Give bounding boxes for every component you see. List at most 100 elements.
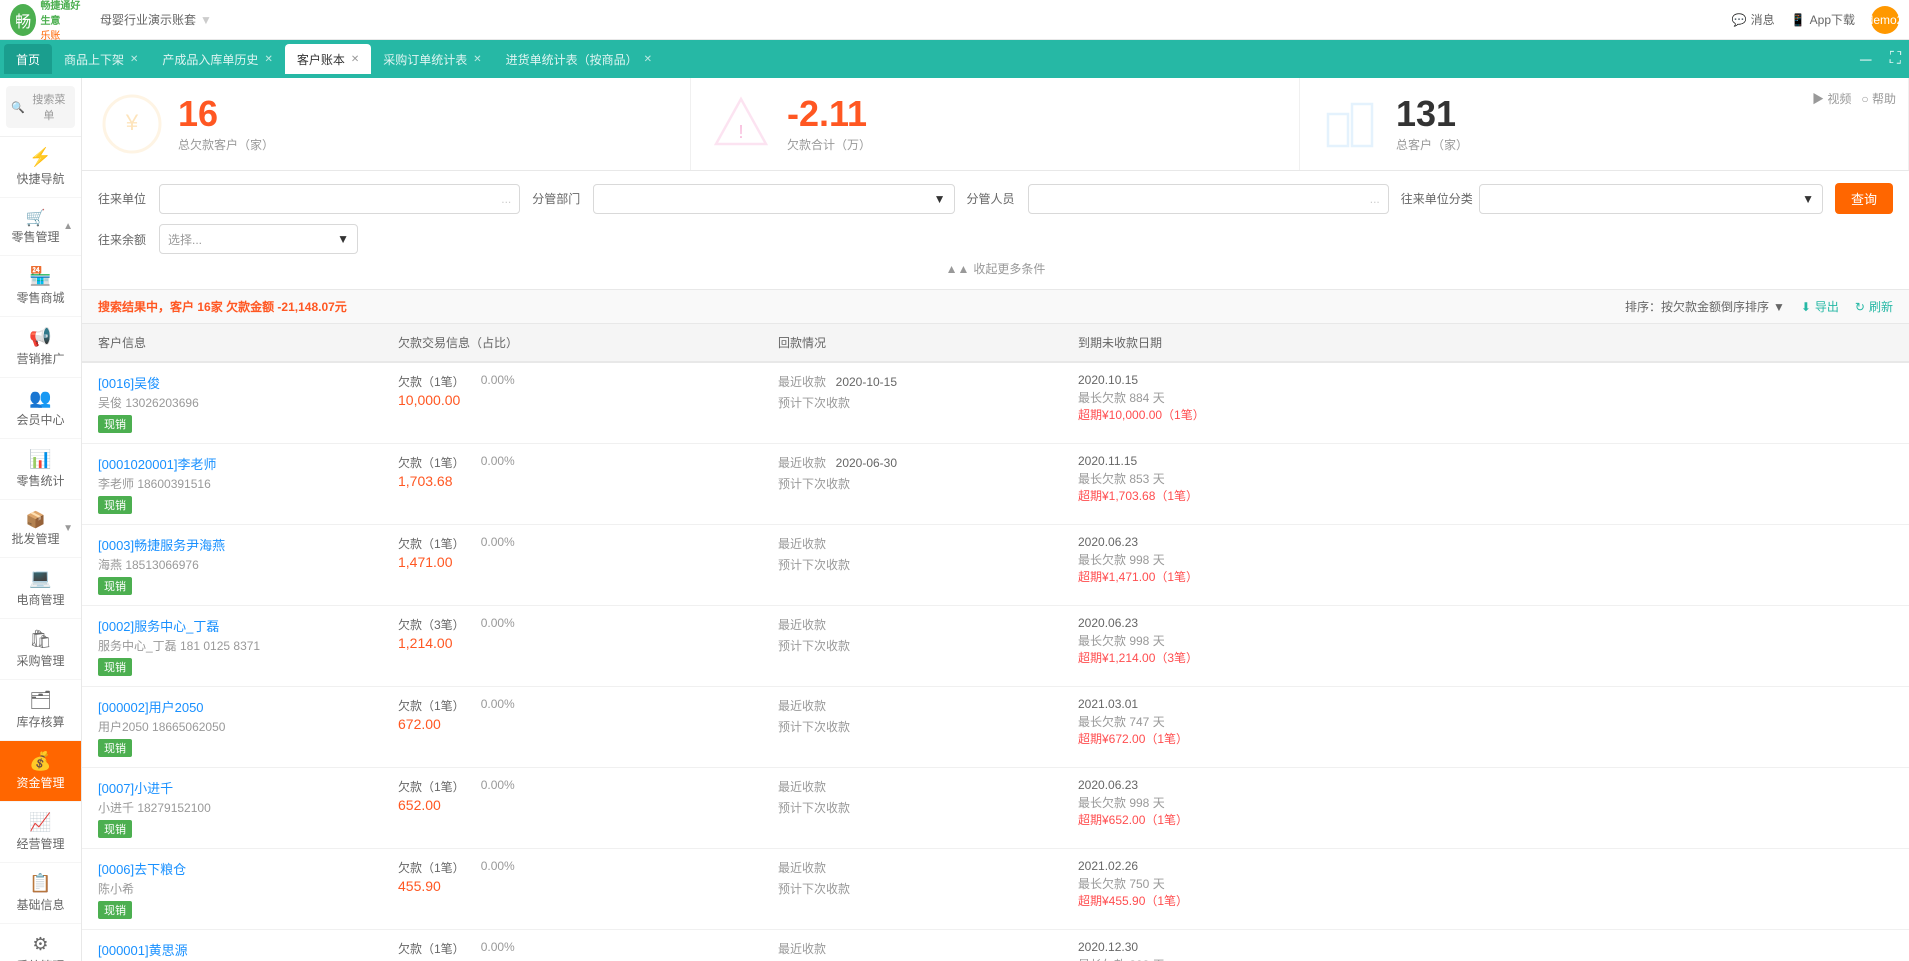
overdue-link-5[interactable]: 超期¥652.00（1笔）	[1078, 811, 1893, 828]
tab-goods-stats-close[interactable]: ✕	[644, 54, 652, 65]
phone-icon: 📱	[1791, 13, 1806, 27]
recovery-1: 最近收款 2020-06-30 预计下次收款	[778, 454, 1078, 492]
tab-goods-close[interactable]: ✕	[130, 54, 138, 65]
customer-name-7[interactable]: [000001]黄思源	[98, 940, 398, 959]
tab-purchase-order-label: 采购订单统计表	[383, 51, 467, 68]
manager-input[interactable]: ...	[1028, 184, 1389, 214]
tab-customer-close[interactable]: ✕	[351, 54, 359, 65]
tab-customer-account[interactable]: 客户账本 ✕	[285, 44, 371, 74]
sidebar-item-retail-stats[interactable]: 📊 零售统计	[0, 439, 81, 500]
tab-maximize-btn[interactable]: ⛶	[1886, 48, 1905, 70]
sidebar-search-btn[interactable]: 🔍 搜索菜单	[6, 86, 75, 128]
sidebar-item-ecommerce[interactable]: 💻 电商管理	[0, 558, 81, 619]
unit-class-label: 往来单位分类	[1401, 190, 1473, 207]
customer-name-1[interactable]: [0001020001]李老师	[98, 454, 398, 473]
recovery-next-6: 预计下次收款	[778, 880, 1078, 897]
tab-purchase-order[interactable]: 采购订单统计表 ✕	[371, 44, 493, 74]
video-btn[interactable]: ▶ 视频	[1812, 90, 1851, 107]
tab-goods[interactable]: 商品上下架 ✕	[52, 44, 150, 74]
debt-count-3: 欠款（3笔）	[398, 616, 465, 633]
tab-purchase-close[interactable]: ✕	[473, 54, 481, 65]
refresh-label: 刷新	[1869, 298, 1893, 315]
svg-text:!: !	[738, 122, 743, 142]
stat-total-customers-value: 131	[1396, 96, 1468, 132]
industry-selector[interactable]: 母婴行业演示账套 ▼	[100, 11, 212, 28]
sidebar-item-inventory[interactable]: 🗂 库存核算	[0, 680, 81, 741]
overdue-link-6[interactable]: 超期¥455.90（1笔）	[1078, 892, 1893, 909]
sidebar-item-operations[interactable]: 📈 经营管理	[0, 802, 81, 863]
from-unit-label: 往来单位	[98, 190, 153, 207]
customer-name-3[interactable]: [0002]服务中心_丁磊	[98, 616, 398, 635]
customer-name-0[interactable]: [0016]吴俊	[98, 373, 398, 392]
overdue-2: 2020.06.23 最长欠款 998 天 超期¥1,471.00（1笔）	[1078, 535, 1893, 585]
message-btn[interactable]: 💬 消息	[1732, 11, 1775, 28]
overdue-0: 2020.10.15 最长欠款 884 天 超期¥10,000.00（1笔）	[1078, 373, 1893, 423]
sort-label: 排序：按欠款金额倒序排序	[1625, 298, 1769, 315]
overdue-date-0: 2020.10.15	[1078, 373, 1893, 387]
debt-amount-2: 1,471.00	[398, 554, 465, 570]
member-icon: 👥	[6, 388, 75, 409]
retail-mgmt-label: 零售管理	[8, 228, 63, 245]
division-label: 分管部门	[532, 190, 587, 207]
overdue-5: 2020.06.23 最长欠款 998 天 超期¥652.00（1笔）	[1078, 778, 1893, 828]
sidebar-item-purchase[interactable]: 🛍 采购管理	[0, 619, 81, 680]
tab-production-close[interactable]: ✕	[264, 54, 272, 65]
search-button[interactable]: 查询	[1835, 183, 1893, 214]
sidebar-item-member[interactable]: 👥 会员中心	[0, 378, 81, 439]
tab-goods-stats[interactable]: 进货单统计表（按商品） ✕	[494, 44, 664, 74]
filter-balance: 往来余额 选择... ▼	[98, 224, 358, 254]
logo-area: 畅 畅捷通好生意 乐账	[10, 0, 90, 42]
customer-info-3: [0002]服务中心_丁磊 服务中心_丁磊 181 0125 8371 现销	[98, 616, 398, 676]
overdue-link-1[interactable]: 超期¥1,703.68（1笔）	[1078, 487, 1893, 504]
sidebar-item-retail-store[interactable]: 🏪 零售商城	[0, 256, 81, 317]
debt-percent-0: 0.00%	[481, 373, 515, 387]
from-unit-input[interactable]: ...	[159, 184, 520, 214]
unit-class-select[interactable]: ▼	[1479, 184, 1823, 214]
customer-name-6[interactable]: [0006]去下粮仓	[98, 859, 398, 878]
svg-text:¥: ¥	[125, 110, 139, 135]
sidebar-item-marketing[interactable]: 📢 营销推广	[0, 317, 81, 378]
video-icon: ▶	[1812, 92, 1824, 106]
collapse-btn[interactable]: ▲▲ 收起更多条件	[946, 260, 1046, 277]
app-name: 畅捷通好生意	[40, 0, 90, 27]
recovery-label-6: 最近收款	[778, 861, 826, 875]
export-btn[interactable]: ⬇ 导出	[1801, 298, 1839, 315]
user-profile[interactable]: demo2	[1871, 6, 1899, 34]
table-row: [0003]畅捷服务尹海燕 海燕 18513066976 现销 欠款（1笔） 1…	[82, 525, 1909, 606]
sidebar-item-system[interactable]: ⚙ 系统管理	[0, 924, 81, 961]
filter-row-1: 往来单位 ... 分管部门 ▼ 分管人员 ...	[98, 183, 1893, 214]
customer-name-4[interactable]: [000002]用户2050	[98, 697, 398, 716]
sidebar-item-quick-nav[interactable]: ⚡ 快捷导航	[0, 137, 81, 198]
sidebar-item-retail-mgmt[interactable]: 🛒 零售管理 ▲	[0, 198, 81, 256]
result-customer-count: 16家	[197, 300, 222, 314]
collapse-row: ▲▲ 收起更多条件	[98, 260, 1893, 277]
division-select[interactable]: ▼	[593, 184, 954, 214]
tab-home[interactable]: 首页	[4, 44, 52, 74]
customer-phone-3: 服务中心_丁磊 181 0125 8371	[98, 637, 398, 654]
customer-name-5[interactable]: [0007]小进千	[98, 778, 398, 797]
sidebar-item-basic-info[interactable]: 📋 基础信息	[0, 863, 81, 924]
overdue-link-3[interactable]: 超期¥1,214.00（3笔）	[1078, 649, 1893, 666]
debt-amount-6: 455.90	[398, 878, 465, 894]
sidebar-item-wholesale[interactable]: 📦 批发管理 ▼	[0, 500, 81, 558]
debt-percent-7: 0.00%	[481, 940, 515, 954]
debt-info-7: 欠款（1笔） 429.00 0.00%	[398, 940, 778, 961]
tab-production[interactable]: 产成品入库单历史 ✕	[150, 44, 284, 74]
sidebar-item-finance[interactable]: 💰 资金管理	[0, 741, 81, 802]
tab-minimize-btn[interactable]: －	[1854, 45, 1878, 73]
customer-name-2[interactable]: [0003]畅捷服务尹海燕	[98, 535, 398, 554]
help-btn[interactable]: ○ 帮助	[1861, 90, 1896, 107]
balance-select[interactable]: 选择... ▼	[159, 224, 358, 254]
overdue-link-0[interactable]: 超期¥10,000.00（1笔）	[1078, 406, 1893, 423]
logo-icon: 畅	[10, 4, 36, 36]
result-actions: 排序：按欠款金额倒序排序 ▼ ⬇ 导出 ↻ 刷新	[1625, 298, 1893, 315]
app-download-btn[interactable]: 📱 App下载	[1791, 11, 1855, 28]
main-layout: 🔍 搜索菜单 ⚡ 快捷导航 🛒 零售管理 ▲ 🏪 零售商城 📢 营销推广 👥 会…	[0, 78, 1909, 961]
overdue-days-7: 最长欠款 808 天	[1078, 956, 1893, 961]
overdue-link-4[interactable]: 超期¥672.00（1笔）	[1078, 730, 1893, 747]
overdue-link-2[interactable]: 超期¥1,471.00（1笔）	[1078, 568, 1893, 585]
sidebar-purchase-label: 采购管理	[16, 654, 64, 668]
sidebar-member-label: 会员中心	[16, 413, 64, 427]
sort-btn[interactable]: 排序：按欠款金额倒序排序 ▼	[1625, 298, 1785, 315]
refresh-btn[interactable]: ↻ 刷新	[1855, 298, 1893, 315]
